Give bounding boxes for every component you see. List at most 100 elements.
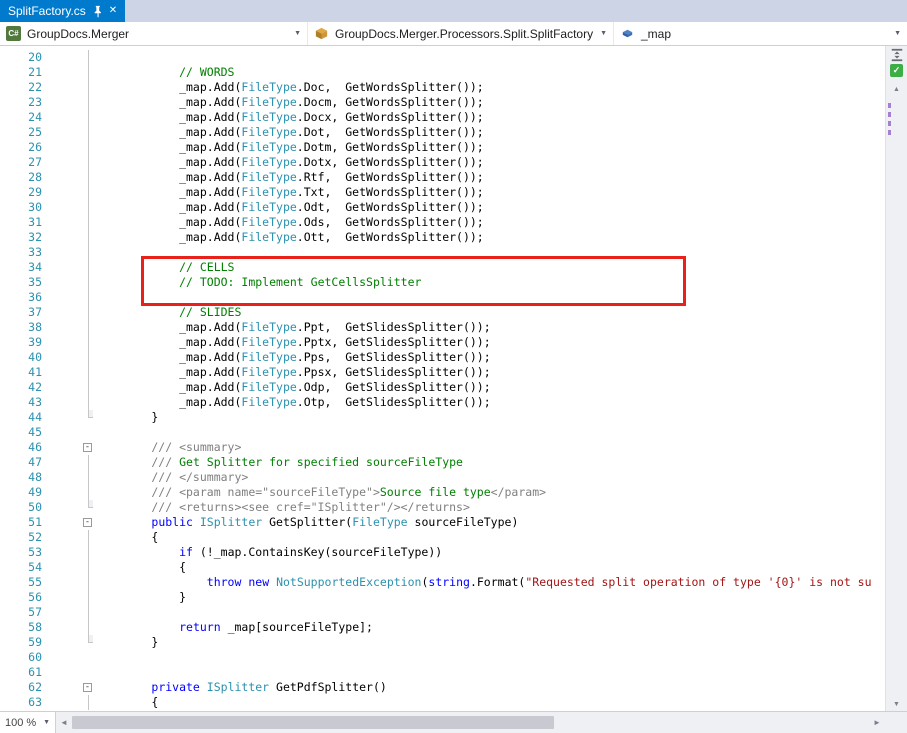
horizontal-scrollbar[interactable]: ◄ ► [57, 712, 884, 733]
code-line-47[interactable]: 47 /// Get Splitter for specified source… [0, 455, 885, 470]
code-line-62[interactable]: 62- private ISplitter GetPdfSplitter() [0, 680, 885, 695]
code-text: { [96, 560, 187, 574]
zoom-control[interactable]: 100 % ▼ [0, 712, 56, 733]
scroll-up-button[interactable]: ▲ [886, 86, 907, 93]
line-number: 25 [28, 125, 42, 139]
scroll-right-button[interactable]: ► [870, 712, 884, 733]
code-line-57[interactable]: 57 [0, 605, 885, 620]
fold-gutter [42, 140, 96, 155]
code-line-53[interactable]: 53 if (!_map.ContainsKey(sourceFileType)… [0, 545, 885, 560]
code-line-23[interactable]: 23 _map.Add(FileType.Docm, GetWordsSplit… [0, 95, 885, 110]
code-line-37[interactable]: 37 // SLIDES [0, 305, 885, 320]
code-line-32[interactable]: 32 _map.Add(FileType.Ott, GetWordsSplitt… [0, 230, 885, 245]
code-text: } [96, 635, 159, 649]
code-line-31[interactable]: 31 _map.Add(FileType.Ods, GetWordsSplitt… [0, 215, 885, 230]
line-number: 30 [28, 200, 42, 214]
code-line-35[interactable]: 35 // TODO: Implement GetCellsSplitter [0, 275, 885, 290]
vertical-scrollbar[interactable]: ✓ ▲ ▼ [885, 46, 907, 711]
fold-toggle[interactable]: - [42, 440, 96, 455]
code-line-20[interactable]: 20 [0, 50, 885, 65]
code-line-56[interactable]: 56 } [0, 590, 885, 605]
line-number: 20 [28, 50, 42, 64]
code-line-41[interactable]: 41 _map.Add(FileType.Ppsx, GetSlidesSpli… [0, 365, 885, 380]
code-line-61[interactable]: 61 [0, 665, 885, 680]
code-line-49[interactable]: 49 /// <param name="sourceFileType">Sour… [0, 485, 885, 500]
code-line-51[interactable]: 51- public ISplitter GetSplitter(FileTyp… [0, 515, 885, 530]
line-number: 52 [28, 530, 42, 544]
code-text: private ISplitter GetPdfSplitter() [151, 680, 387, 694]
code-line-39[interactable]: 39 _map.Add(FileType.Pptx, GetSlidesSpli… [0, 335, 885, 350]
field-icon [620, 26, 635, 41]
code-line-27[interactable]: 27 _map.Add(FileType.Dotx, GetWordsSplit… [0, 155, 885, 170]
fold-gutter [42, 275, 96, 290]
fold-gutter [42, 260, 96, 275]
code-line-22[interactable]: 22 _map.Add(FileType.Doc, GetWordsSplitt… [0, 80, 885, 95]
code-line-26[interactable]: 26 _map.Add(FileType.Dotm, GetWordsSplit… [0, 140, 885, 155]
code-line-48[interactable]: 48 /// </summary> [0, 470, 885, 485]
code-text: _map.Add(FileType.Txt, GetWordsSplitter(… [96, 185, 484, 199]
code-line-30[interactable]: 30 _map.Add(FileType.Odt, GetWordsSplitt… [0, 200, 885, 215]
line-number: 42 [28, 380, 42, 394]
code-text: _map.Add(FileType.Ods, GetWordsSplitter(… [96, 215, 484, 229]
horizontal-scrollbar-thumb[interactable] [72, 716, 554, 729]
code-text: { [96, 530, 159, 544]
member-dropdown-label: _map [641, 26, 672, 41]
scroll-left-button[interactable]: ◄ [57, 712, 71, 733]
code-line-45[interactable]: 45 [0, 425, 885, 440]
line-number: 51 [28, 515, 42, 529]
fold-toggle[interactable]: - [42, 515, 96, 530]
fold-gutter [42, 305, 96, 320]
code-line-63[interactable]: 63 { [0, 695, 885, 710]
code-line-58[interactable]: 58 return _map[sourceFileType]; [0, 620, 885, 635]
line-number: 40 [28, 350, 42, 364]
scroll-down-button[interactable]: ▼ [886, 701, 907, 708]
fold-gutter [42, 470, 96, 485]
code-line-43[interactable]: 43 _map.Add(FileType.Otp, GetSlidesSplit… [0, 395, 885, 410]
fold-gutter [42, 380, 96, 395]
class-icon [314, 26, 329, 41]
project-dropdown[interactable]: C# GroupDocs.Merger ▼ [0, 22, 308, 45]
fold-toggle[interactable]: - [42, 680, 96, 695]
code-line-21[interactable]: 21 // WORDS [0, 65, 885, 80]
chevron-down-icon: ▼ [894, 30, 901, 37]
close-icon[interactable]: ✕ [109, 6, 117, 16]
code-line-34[interactable]: 34 // CELLS [0, 260, 885, 275]
code-line-33[interactable]: 33 [0, 245, 885, 260]
code-line-38[interactable]: 38 _map.Add(FileType.Ppt, GetSlidesSplit… [0, 320, 885, 335]
tab-splitfactory[interactable]: SplitFactory.cs ✕ [0, 0, 126, 22]
code-text: _map.Add(FileType.Dotx, GetWordsSplitter… [96, 155, 484, 169]
fold-gutter [42, 395, 96, 410]
line-number: 22 [28, 80, 42, 94]
code-line-29[interactable]: 29 _map.Add(FileType.Txt, GetWordsSplitt… [0, 185, 885, 200]
code-text: { [96, 695, 159, 709]
code-line-24[interactable]: 24 _map.Add(FileType.Docx, GetWordsSplit… [0, 110, 885, 125]
line-number: 45 [28, 425, 42, 439]
fold-gutter [42, 410, 96, 425]
type-dropdown[interactable]: GroupDocs.Merger.Processors.Split.SplitF… [308, 22, 614, 45]
code-lines[interactable]: 20 21 // WORDS 22 _map.Add(FileType.Doc, G… [0, 50, 885, 710]
code-line-42[interactable]: 42 _map.Add(FileType.Odp, GetSlidesSplit… [0, 380, 885, 395]
fold-gutter [42, 605, 96, 620]
pin-icon[interactable] [93, 5, 102, 18]
code-line-36[interactable]: 36 [0, 290, 885, 305]
code-line-40[interactable]: 40 _map.Add(FileType.Pps, GetSlidesSplit… [0, 350, 885, 365]
code-line-55[interactable]: 55 throw new NotSupportedException(strin… [0, 575, 885, 590]
code-editor[interactable]: 20 21 // WORDS 22 _map.Add(FileType.Doc, G… [0, 46, 907, 711]
line-number: 29 [28, 185, 42, 199]
code-line-52[interactable]: 52 { [0, 530, 885, 545]
member-dropdown[interactable]: _map ▼ [614, 22, 907, 45]
code-line-44[interactable]: 44 } [0, 410, 885, 425]
code-line-50[interactable]: 50 /// <returns><see cref="ISplitter"/><… [0, 500, 885, 515]
fold-gutter [42, 500, 96, 515]
line-number: 48 [28, 470, 42, 484]
line-number: 31 [28, 215, 42, 229]
code-line-25[interactable]: 25 _map.Add(FileType.Dot, GetWordsSplitt… [0, 125, 885, 140]
code-line-54[interactable]: 54 { [0, 560, 885, 575]
code-line-46[interactable]: 46- /// <summary> [0, 440, 885, 455]
code-line-28[interactable]: 28 _map.Add(FileType.Rtf, GetWordsSplitt… [0, 170, 885, 185]
fold-gutter [42, 575, 96, 590]
code-line-59[interactable]: 59 } [0, 635, 885, 650]
fold-gutter [42, 215, 96, 230]
fold-gutter [42, 620, 96, 635]
code-line-60[interactable]: 60 [0, 650, 885, 665]
